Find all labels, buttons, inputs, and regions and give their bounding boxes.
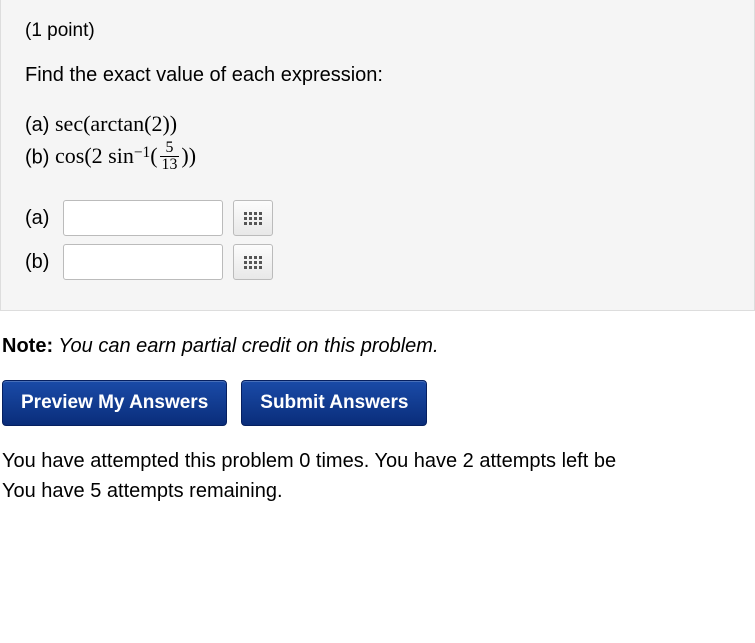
points-label: (1 point)	[25, 20, 730, 42]
answer-a-label: (a)	[25, 207, 53, 230]
preview-answers-button[interactable]: Preview My Answers	[2, 380, 227, 426]
expressions-block: (a) sec(arctan(2)) (b) cos(2 sin−1(513))	[25, 109, 730, 174]
keypad-icon	[244, 212, 262, 225]
keypad-button-a[interactable]	[233, 200, 273, 236]
submit-answers-button[interactable]: Submit Answers	[241, 380, 427, 426]
answer-b-input[interactable]	[63, 244, 223, 280]
keypad-button-b[interactable]	[233, 244, 273, 280]
part-b-prefix: (b)	[25, 146, 55, 168]
note-label: Note:	[2, 335, 53, 357]
answer-a-input[interactable]	[63, 200, 223, 236]
b-fraction: 513	[160, 140, 180, 173]
b-exponent: −1	[134, 144, 150, 161]
button-row: Preview My Answers Submit Answers	[2, 380, 753, 426]
b-func: cos(2 sin	[55, 143, 134, 168]
note-text: You can earn partial credit on this prob…	[53, 335, 438, 357]
b-frac-num: 5	[160, 140, 180, 157]
answer-b-label: (b)	[25, 251, 53, 274]
part-a-math: sec(arctan(2))	[55, 111, 177, 136]
b-frac-den: 13	[160, 157, 180, 173]
status-line-2: You have 5 attempts remaining.	[2, 476, 753, 506]
instruction-text: Find the exact value of each expression:	[25, 64, 730, 87]
expression-b: (b) cos(2 sin−1(513))	[25, 140, 730, 175]
part-a-prefix: (a)	[25, 114, 55, 136]
b-close: ))	[181, 143, 196, 168]
expression-a: (a) sec(arctan(2))	[25, 109, 730, 140]
answers-block: (a) (b)	[25, 200, 730, 280]
problem-container: (1 point) Find the exact value of each e…	[0, 0, 755, 311]
answer-row-b: (b)	[25, 244, 730, 280]
keypad-icon	[244, 256, 262, 269]
answer-row-a: (a)	[25, 200, 730, 236]
note-line: Note: You can earn partial credit on thi…	[2, 335, 753, 358]
part-b-math: cos(2 sin−1(513))	[55, 143, 196, 168]
status-line-1: You have attempted this problem 0 times.…	[2, 446, 753, 476]
b-open: (	[150, 143, 157, 168]
status-block: You have attempted this problem 0 times.…	[2, 446, 753, 506]
